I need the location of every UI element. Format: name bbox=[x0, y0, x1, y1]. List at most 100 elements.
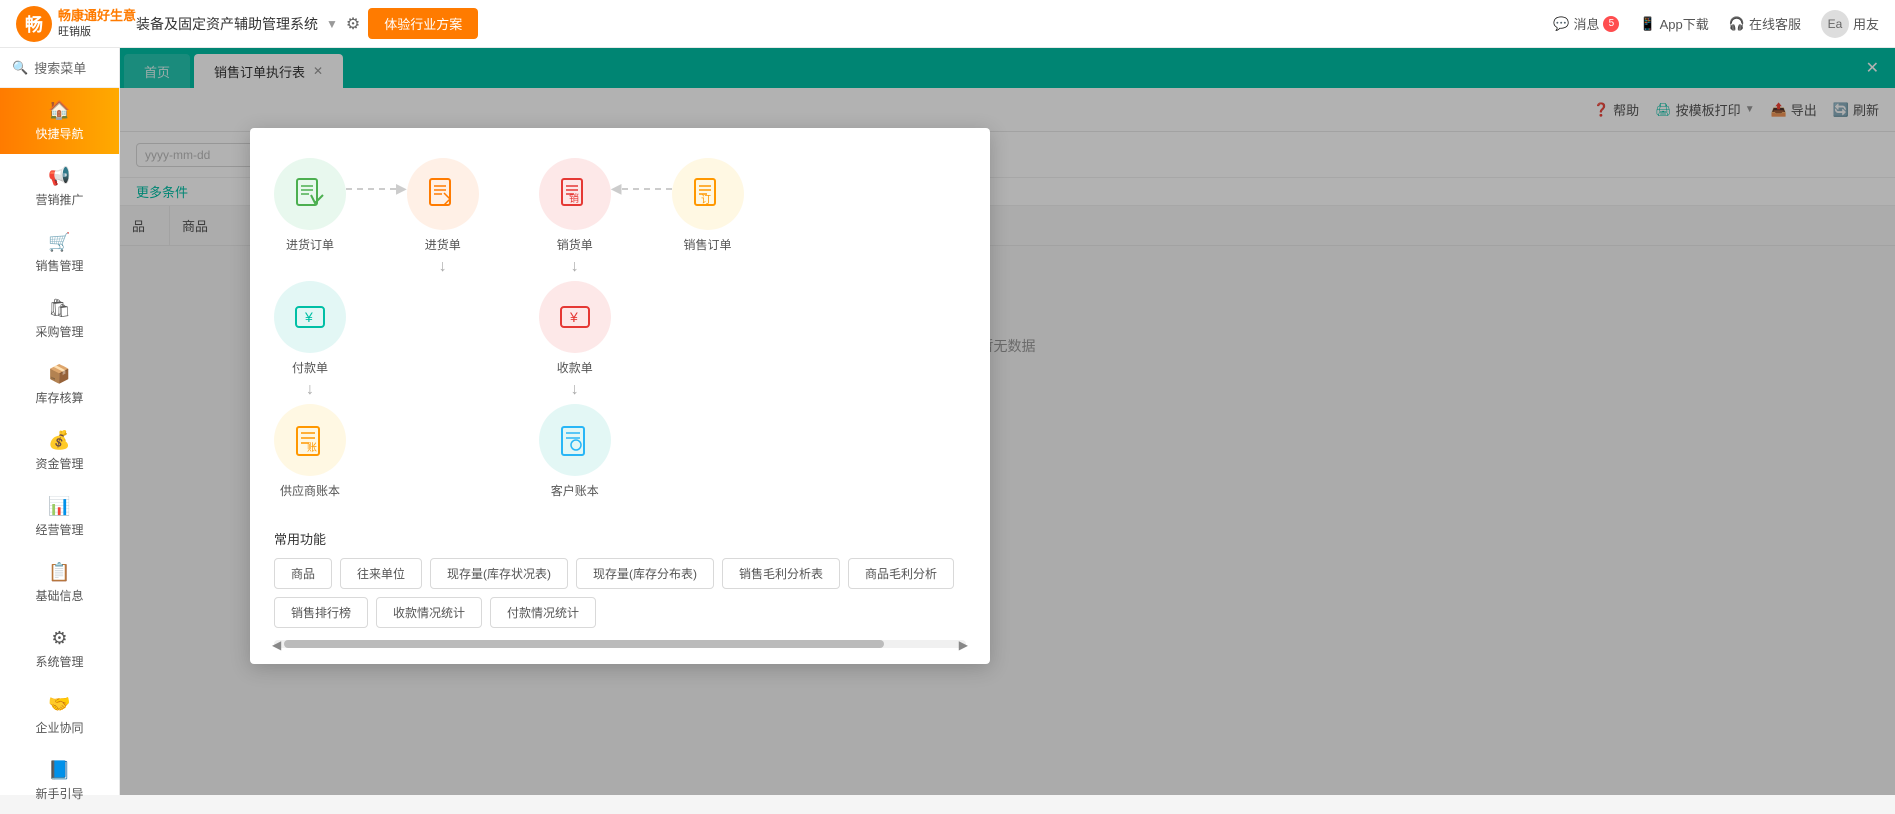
sidebar-item-label: 库存核算 bbox=[35, 389, 83, 406]
quick-buttons-row2: 销售排行榜 收款情况统计 付款情况统计 bbox=[274, 597, 966, 628]
home-icon: 🏠 bbox=[48, 100, 70, 121]
sidebar-item-label: 企业协同 bbox=[35, 719, 83, 736]
flow-node-receipt[interactable]: ¥ 收款单 bbox=[539, 281, 611, 376]
supplier-icon: 账 bbox=[291, 421, 329, 459]
sales-slip-label: 销货单 bbox=[557, 236, 593, 253]
system-title: 装备及固定资产辅助管理系统 bbox=[136, 14, 318, 34]
purchase-icon: 🛍 bbox=[48, 298, 71, 319]
quick-btn-stock-dist[interactable]: 现存量(库存分布表) bbox=[576, 558, 714, 589]
payment-icon: ¥ bbox=[291, 298, 329, 336]
newbie-icon: 📘 bbox=[48, 760, 70, 781]
sidebar-item-label: 基础信息 bbox=[35, 587, 83, 604]
svg-text:¥: ¥ bbox=[304, 309, 313, 325]
modal: 进货订单 ¥ 付款单 ↓ bbox=[250, 128, 990, 664]
inventory-icon: 📦 bbox=[48, 364, 70, 385]
logo-text: 畅康通好生意 旺销版 bbox=[58, 8, 136, 39]
sidebar-item-label: 经营管理 bbox=[35, 521, 83, 538]
gear-icon[interactable]: ⚙ bbox=[346, 14, 360, 34]
sidebar-item-newbie[interactable]: 📘 新手引导 bbox=[0, 748, 119, 814]
flow-node-sales-order[interactable]: 订 销售订单 bbox=[672, 158, 744, 253]
sales-order-circle: 订 bbox=[672, 158, 744, 230]
system-title-area: 装备及固定资产辅助管理系统 ▼ ⚙ 体验行业方案 bbox=[136, 8, 1553, 39]
scroll-right-icon[interactable]: ▶ bbox=[959, 638, 968, 652]
sidebar-item-label: 销售管理 bbox=[35, 257, 83, 274]
sales-icon: 🛒 bbox=[48, 232, 70, 253]
quick-functions-section: 常用功能 商品 往来单位 现存量(库存状况表) 现存量(库存分布表) 销售毛利分… bbox=[274, 529, 966, 628]
logo-icon: 畅 bbox=[16, 6, 52, 42]
sidebar-item-operations[interactable]: 📊 经营管理 bbox=[0, 484, 119, 550]
svg-text:销: 销 bbox=[569, 192, 579, 205]
purchase-slip-label: 进货单 bbox=[425, 236, 461, 253]
sidebar-item-sales[interactable]: 🛒 销售管理 bbox=[0, 220, 119, 286]
customer-account-label: 客户账本 bbox=[551, 482, 599, 499]
quick-btn-sales-ranking[interactable]: 销售排行榜 bbox=[274, 597, 368, 628]
app-download-button[interactable]: 📱 App下载 bbox=[1639, 14, 1708, 33]
sidebar-item-quick-nav[interactable]: 🏠 快捷导航 bbox=[0, 88, 119, 154]
flow-diagram: 进货订单 ¥ 付款单 ↓ bbox=[274, 148, 966, 509]
title-dropdown-icon[interactable]: ▼ bbox=[326, 17, 338, 31]
download-icon: 📱 bbox=[1639, 16, 1655, 32]
payment-circle: ¥ bbox=[274, 281, 346, 353]
flow-node-sales-slip[interactable]: 销 销货单 bbox=[539, 158, 611, 253]
sales-order-label: 销售订单 bbox=[684, 236, 732, 253]
sidebar-item-label: 营销推广 bbox=[35, 191, 83, 208]
sidebar-item-finance[interactable]: 💰 资金管理 bbox=[0, 418, 119, 484]
quick-btn-payment-stats[interactable]: 付款情况统计 bbox=[490, 597, 596, 628]
topbar-right: 💬 消息 5 📱 App下载 🎧 在线客服 Ea 用友 bbox=[1553, 10, 1879, 38]
supplier-account-label: 供应商账本 bbox=[280, 482, 340, 499]
receipt-circle: ¥ bbox=[539, 281, 611, 353]
sidebar-item-enterprise[interactable]: 🤝 企业协同 bbox=[0, 682, 119, 748]
marketing-icon: 📢 bbox=[48, 166, 70, 187]
svg-text:账: 账 bbox=[307, 442, 317, 454]
flow-node-purchase-slip[interactable]: 进货单 bbox=[407, 158, 479, 253]
purchase-order-label: 进货订单 bbox=[286, 236, 334, 253]
message-button[interactable]: 💬 消息 5 bbox=[1553, 14, 1619, 33]
svg-text:¥: ¥ bbox=[569, 309, 578, 325]
sales-order-icon: 订 bbox=[689, 175, 727, 213]
customer-icon bbox=[556, 421, 594, 459]
svg-text:订: 订 bbox=[701, 194, 711, 206]
purchase-order-icon bbox=[291, 175, 329, 213]
quick-btn-receipt-stats[interactable]: 收款情况统计 bbox=[376, 597, 482, 628]
sidebar-item-label: 快捷导航 bbox=[35, 125, 83, 142]
quick-btn-sales-profit[interactable]: 销售毛利分析表 bbox=[722, 558, 840, 589]
sidebar-item-label: 资金管理 bbox=[35, 455, 83, 472]
online-service-button[interactable]: 🎧 在线客服 bbox=[1729, 14, 1801, 33]
message-badge: 5 bbox=[1603, 16, 1619, 32]
sidebar-item-system[interactable]: ⚙ 系统管理 bbox=[0, 616, 119, 682]
sidebar-item-inventory[interactable]: 📦 库存核算 bbox=[0, 352, 119, 418]
overlay[interactable]: 进货订单 ¥ 付款单 ↓ bbox=[120, 48, 1895, 795]
purchase-slip-circle bbox=[407, 158, 479, 230]
system-icon: ⚙ bbox=[51, 628, 67, 649]
flow-node-supplier-account[interactable]: 账 供应商账本 bbox=[274, 404, 346, 499]
message-icon: 💬 bbox=[1553, 16, 1569, 32]
quick-buttons-row1: 商品 往来单位 现存量(库存状况表) 现存量(库存分布表) 销售毛利分析表 商品… bbox=[274, 558, 966, 589]
flow-node-payment[interactable]: ¥ 付款单 bbox=[274, 281, 346, 376]
sidebar-item-purchase[interactable]: 🛍 采购管理 bbox=[0, 286, 119, 352]
search-icon: 🔍 bbox=[12, 60, 28, 76]
modal-scrollbar[interactable]: ◀ ▶ bbox=[274, 640, 966, 648]
service-icon: 🎧 bbox=[1729, 16, 1745, 32]
receipt-label: 收款单 bbox=[557, 359, 593, 376]
receipt-icon: ¥ bbox=[556, 298, 594, 336]
sidebar-item-marketing[interactable]: 📢 营销推广 bbox=[0, 154, 119, 220]
scroll-left-icon[interactable]: ◀ bbox=[272, 638, 281, 652]
flow-node-purchase-order[interactable]: 进货订单 bbox=[274, 158, 346, 253]
quick-btn-product-profit[interactable]: 商品毛利分析 bbox=[848, 558, 954, 589]
search-menu-button[interactable]: 🔍 搜索菜单 bbox=[0, 48, 119, 88]
payment-label: 付款单 bbox=[292, 359, 328, 376]
quick-btn-party[interactable]: 往来单位 bbox=[340, 558, 422, 589]
main-content: 首页 销售订单执行表 ✕ ✕ ❓ 帮助 🖨 按模板打印 ▼ 📤 导出 🔄 刷新 … bbox=[120, 48, 1895, 795]
quick-btn-stock-status[interactable]: 现存量(库存状况表) bbox=[430, 558, 568, 589]
finance-icon: 💰 bbox=[48, 430, 70, 451]
purchase-slip-icon bbox=[424, 175, 462, 213]
basic-icon: 📋 bbox=[48, 562, 70, 583]
supplier-circle: 账 bbox=[274, 404, 346, 476]
quick-btn-product[interactable]: 商品 bbox=[274, 558, 332, 589]
user-menu-button[interactable]: Ea 用友 bbox=[1821, 10, 1879, 38]
sidebar-item-label: 采购管理 bbox=[35, 323, 83, 340]
flow-node-customer-account[interactable]: 客户账本 bbox=[539, 404, 611, 499]
sidebar-item-basic[interactable]: 📋 基础信息 bbox=[0, 550, 119, 616]
customer-circle bbox=[539, 404, 611, 476]
experience-button[interactable]: 体验行业方案 bbox=[368, 8, 478, 39]
